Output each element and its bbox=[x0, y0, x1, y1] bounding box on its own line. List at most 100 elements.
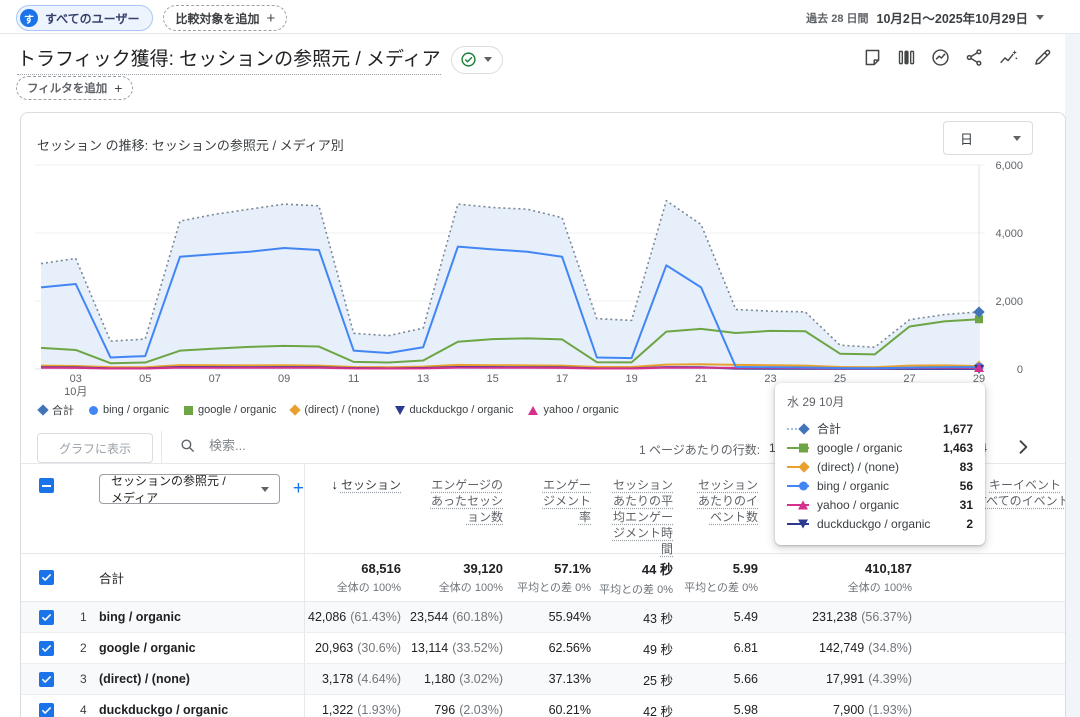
plus-icon: + bbox=[114, 80, 123, 96]
data-quality-badge[interactable] bbox=[450, 45, 503, 74]
totals-cell: 57.1% 平均との差 0% bbox=[517, 560, 591, 594]
row-metric-cell: 17,991 (4.39%) bbox=[825, 672, 912, 686]
row-metric-cell: 55.94% bbox=[548, 610, 591, 624]
row-metric-cell bbox=[912, 664, 1065, 694]
chevron-down-icon bbox=[483, 57, 492, 62]
add-filter-label: フィルタを追加 bbox=[27, 83, 108, 95]
svg-text:0: 0 bbox=[1017, 364, 1023, 376]
legend-item: google / organic bbox=[184, 404, 276, 416]
row-metric-cell: 231,238 (56.37%) bbox=[812, 610, 912, 624]
tooltip-row: bing / organic 56 bbox=[787, 476, 973, 495]
add-comparison-chip[interactable]: 比較対象を追加 + bbox=[163, 5, 288, 31]
row-metric-cell: 1,180 (3.02%) bbox=[423, 672, 503, 686]
row-rank: 3 bbox=[80, 672, 87, 686]
row-checkbox[interactable] bbox=[39, 570, 54, 585]
legend-marker-tri-up-icon bbox=[528, 405, 539, 415]
next-page-button[interactable] bbox=[1013, 437, 1033, 457]
totals-cell: 39,120 全体の 100% bbox=[438, 560, 503, 594]
tooltip-row: duckduckgo / organic 2 bbox=[787, 514, 973, 533]
svg-text:21: 21 bbox=[695, 373, 707, 385]
legend-marker-circle-icon bbox=[89, 405, 98, 415]
tooltip-series-value: 1,463 bbox=[942, 440, 973, 455]
tooltip-series-name: (direct) / (none) bbox=[817, 459, 900, 474]
audience-avatar: す bbox=[20, 9, 38, 27]
tooltip-series-marker bbox=[787, 519, 809, 528]
granularity-select[interactable]: 日 bbox=[943, 121, 1033, 155]
column-header-sessions[interactable]: ↓ セッション bbox=[304, 464, 401, 557]
row-metric-cell: 60.21% bbox=[548, 703, 591, 717]
svg-text:05: 05 bbox=[139, 373, 151, 385]
row-dimension-value: duckduckgo / organic bbox=[99, 703, 229, 717]
row-checkbox[interactable] bbox=[39, 671, 54, 687]
comparison-icon[interactable] bbox=[896, 47, 917, 68]
row-checkbox[interactable] bbox=[39, 640, 54, 656]
column-header-events-per-session[interactable]: セッションあたりのイベント数 bbox=[673, 464, 758, 557]
tooltip-row: yahoo / organic 31 bbox=[787, 495, 973, 514]
svg-text:11: 11 bbox=[348, 373, 359, 385]
table-row: 1 bing / organic 42,086 (61.43%) 23,544 (60.1… bbox=[21, 602, 1065, 633]
dimension-selector[interactable]: セッションの参照元 / メディア bbox=[99, 474, 280, 505]
row-checkbox[interactable] bbox=[39, 609, 54, 625]
svg-text:03: 03 bbox=[70, 373, 82, 385]
row-checkbox[interactable] bbox=[39, 702, 54, 717]
table-row: 3 (direct) / (none) 3,178 (4.64%) 1,180 (3.02… bbox=[21, 664, 1065, 695]
table-row: 4 duckduckgo / organic 1,322 (1.93%) 796 (2.0… bbox=[21, 695, 1065, 717]
legend-label: bing / organic bbox=[103, 404, 170, 416]
select-all-checkbox[interactable] bbox=[39, 478, 54, 493]
tooltip-series-name: bing / organic bbox=[817, 478, 890, 493]
svg-text:6,000: 6,000 bbox=[995, 161, 1023, 172]
ga4-traffic-acquisition-report: す すべてのユーザー 比較対象を追加 + 過去 28 日間 10月2日〜2025… bbox=[0, 0, 1080, 717]
row-metric-cell: 49 秒 bbox=[643, 642, 673, 657]
column-header-engaged-sessions[interactable]: エンゲージのあったセッション数 bbox=[401, 464, 503, 557]
totals-cell: 44 秒平均との差 0% bbox=[599, 561, 673, 596]
edit-icon[interactable] bbox=[1032, 47, 1053, 68]
svg-text:10月: 10月 bbox=[64, 386, 87, 398]
row-metric-cell: 1,322 (1.93%) bbox=[304, 695, 401, 717]
show-on-chart-button[interactable]: グラフに表示 bbox=[37, 433, 153, 463]
table-row: 2 google / organic 20,963 (30.6%) 13,114 (33.… bbox=[21, 633, 1065, 664]
search-input[interactable] bbox=[207, 437, 431, 454]
page-title: トラフィック獲得: セッションの参照元 / メディア bbox=[17, 44, 441, 75]
svg-text:4,000: 4,000 bbox=[995, 228, 1023, 240]
legend-item: (direct) / (none) bbox=[289, 404, 380, 416]
tooltip-series-value: 31 bbox=[959, 497, 973, 512]
row-metric-cell bbox=[912, 633, 1065, 663]
svg-text:19: 19 bbox=[625, 373, 637, 385]
top-bar: す すべてのユーザー 比較対象を追加 + 過去 28 日間 10月2日〜2025… bbox=[0, 0, 1080, 34]
row-metric-cell: 7,900 (1.93%) bbox=[832, 703, 912, 717]
sessions-time-series-chart[interactable]: 0310月05 07 09 11 13 15 17 19 21 23 25 27 2902,0004,0… bbox=[21, 161, 1065, 399]
row-metric-cell: 62.56% bbox=[548, 641, 591, 655]
audience-chip-label: すべてのユーザー bbox=[45, 11, 140, 26]
legend-label: (direct) / (none) bbox=[304, 404, 380, 416]
share-icon[interactable] bbox=[964, 47, 985, 68]
chart-legend: 合計 bing / organic google / organic (direct)… bbox=[37, 402, 619, 418]
tooltip-series-value: 2 bbox=[966, 516, 973, 531]
svg-text:09: 09 bbox=[278, 373, 290, 385]
column-header-engagement-rate[interactable]: エンゲージメント率 bbox=[503, 464, 591, 557]
row-metric-cell: 5.66 bbox=[733, 672, 758, 686]
row-metric-cell: 142,749 (34.8%) bbox=[819, 641, 912, 655]
date-range-value: 10月2日〜2025年10月29日 bbox=[876, 12, 1028, 26]
row-metric-cell: 20,963 (30.6%) bbox=[304, 633, 401, 663]
row-rank: 2 bbox=[80, 641, 87, 655]
trend-icon[interactable] bbox=[998, 47, 1019, 68]
tooltip-series-name: duckduckgo / organic bbox=[817, 516, 931, 531]
totals-row: 合計 68,516 全体の 100% 39,120 全体の 100% 57.1% 平均との差… bbox=[21, 554, 1065, 602]
add-dimension-button[interactable]: + bbox=[293, 478, 304, 500]
note-icon[interactable] bbox=[862, 47, 883, 68]
row-metric-cell: 13,114 (33.52%) bbox=[410, 641, 503, 655]
insights-icon[interactable] bbox=[930, 47, 951, 68]
column-header-avg-engagement-time[interactable]: セッションあたりの平均エンゲージメント時間 bbox=[591, 464, 673, 557]
tooltip-row: google / organic 1,463 bbox=[787, 438, 973, 457]
date-range-selector[interactable]: 過去 28 日間 10月2日〜2025年10月29日 bbox=[806, 8, 1044, 27]
audience-chip-all-users[interactable]: す すべてのユーザー bbox=[16, 5, 154, 31]
insights-side-rail[interactable] bbox=[1065, 34, 1080, 717]
row-dimension-value: google / organic bbox=[99, 641, 196, 655]
tooltip-date: 水 29 10月 bbox=[787, 395, 845, 409]
add-filter-chip[interactable]: フィルタを追加 + bbox=[16, 76, 134, 100]
row-metric-cell: 37.13% bbox=[548, 672, 591, 686]
totals-cell: 5.99 平均との差 0% bbox=[684, 560, 758, 594]
chart-title: セッション の推移: セッションの参照元 / メディア別 bbox=[37, 138, 344, 153]
tooltip-series-marker bbox=[787, 422, 810, 435]
search-icon bbox=[181, 439, 194, 452]
